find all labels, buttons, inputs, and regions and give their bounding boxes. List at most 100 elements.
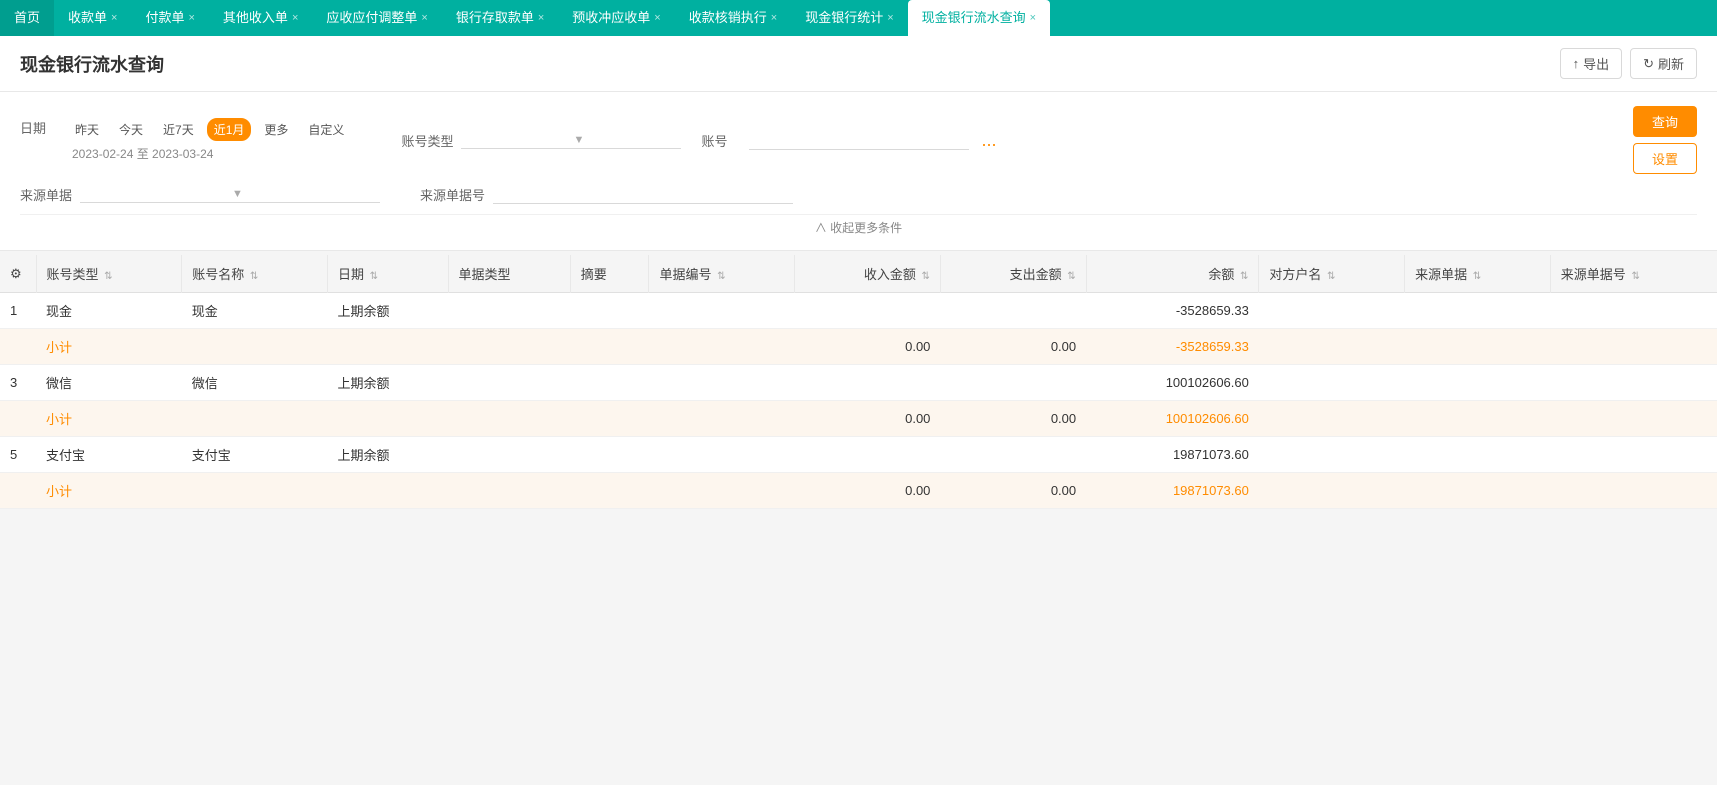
cell-source-doc (1405, 329, 1551, 365)
account-type-select[interactable]: ▼ (461, 132, 681, 149)
cell-doc-no (649, 293, 795, 329)
cell-doc-no (649, 329, 795, 365)
date-btn-yesterday[interactable]: 昨天 (68, 118, 106, 141)
close-collection-icon[interactable]: × (771, 0, 777, 36)
th-summary[interactable]: 摘要 (570, 255, 649, 293)
cell-num (0, 329, 36, 365)
close-other-income-icon[interactable]: × (292, 0, 298, 36)
export-button[interactable]: ↑ 导出 (1560, 48, 1623, 79)
cell-doc-type (448, 365, 570, 401)
account-dots[interactable]: ... (977, 130, 1000, 151)
cell-doc-no (649, 437, 795, 473)
date-btn-1month[interactable]: 近1月 (207, 118, 252, 141)
th-date[interactable]: 日期 ⇅ (327, 255, 448, 293)
top-nav: 首页 收款单 × 付款单 × 其他收入单 × 应收应付调整单 × 银行存取款单 … (0, 0, 1717, 36)
table-row[interactable]: 小计 0.00 0.00 19871073.60 (0, 473, 1717, 509)
refresh-button[interactable]: ↻ 刷新 (1630, 48, 1697, 79)
date-btn-today[interactable]: 今天 (112, 118, 150, 141)
filter-row-2: 来源单据 ▼ 来源单据号 (20, 184, 1697, 204)
close-ar-ap-icon[interactable]: × (421, 0, 427, 36)
page-title: 现金银行流水查询 (20, 51, 164, 77)
date-btn-more[interactable]: 更多 (257, 118, 295, 141)
data-table: ⚙ 账号类型 ⇅ 账号名称 ⇅ 日期 ⇅ 单据类型 摘要 (0, 255, 1717, 509)
nav-cash-bank-stats[interactable]: 现金银行统计 × (791, 0, 907, 36)
close-flow-icon[interactable]: × (1030, 0, 1036, 36)
query-button[interactable]: 查询 (1633, 106, 1697, 137)
settings-button[interactable]: 设置 (1633, 143, 1697, 174)
account-input[interactable] (749, 130, 969, 150)
cell-balance: 100102606.60 (1086, 365, 1259, 401)
nav-other-income[interactable]: 其他收入单 × (209, 0, 312, 36)
nav-bank-deposit[interactable]: 银行存取款单 × (442, 0, 558, 36)
nav-receipt[interactable]: 收款单 × (54, 0, 131, 36)
sort-date-icon: ⇅ (370, 271, 378, 282)
cell-expense: 0.00 (940, 329, 1086, 365)
refresh-icon: ↻ (1643, 56, 1654, 72)
collapse-up-icon: ∧ (815, 221, 827, 235)
cell-expense (940, 293, 1086, 329)
account-label: 账号 (701, 131, 741, 150)
th-account-type[interactable]: 账号类型 ⇅ (36, 255, 182, 293)
nav-payment[interactable]: 付款单 × (131, 0, 208, 36)
date-btn-custom[interactable]: 自定义 (301, 118, 351, 141)
table-row[interactable]: 小计 0.00 0.00 100102606.60 (0, 401, 1717, 437)
cell-counterpart (1259, 473, 1405, 509)
cell-date: 上期余额 (327, 365, 448, 401)
th-income[interactable]: 收入金额 ⇅ (795, 255, 941, 293)
cell-balance: 19871073.60 (1086, 473, 1259, 509)
source-doc-no-input[interactable] (493, 184, 793, 204)
source-doc-select[interactable]: ▼ (80, 186, 380, 203)
th-counterpart[interactable]: 对方户名 ⇅ (1259, 255, 1405, 293)
nav-collection-exec[interactable]: 收款核销执行 × (675, 0, 791, 36)
filter-section: 日期 昨天 今天 近7天 近1月 更多 自定义 2023-02-24 至 202… (0, 92, 1717, 251)
cell-doc-no (649, 365, 795, 401)
close-bank-deposit-icon[interactable]: × (538, 0, 544, 36)
th-account-name[interactable]: 账号名称 ⇅ (182, 255, 328, 293)
cell-doc-type (448, 329, 570, 365)
date-btn-7days[interactable]: 近7天 (156, 118, 201, 141)
nav-home[interactable]: 首页 (0, 0, 54, 36)
cell-source-doc (1405, 401, 1551, 437)
source-doc-group: 来源单据 ▼ (20, 185, 380, 204)
table-header-row: ⚙ 账号类型 ⇅ 账号名称 ⇅ 日期 ⇅ 单据类型 摘要 (0, 255, 1717, 293)
cell-balance: 100102606.60 (1086, 401, 1259, 437)
cell-doc-type (448, 437, 570, 473)
close-stats-icon[interactable]: × (887, 0, 893, 36)
source-doc-no-group: 来源单据号 (420, 184, 793, 204)
cell-source-doc (1405, 473, 1551, 509)
filter-row-1: 日期 昨天 今天 近7天 近1月 更多 自定义 2023-02-24 至 202… (20, 106, 1697, 174)
close-receipt-icon[interactable]: × (111, 0, 117, 36)
th-gear[interactable]: ⚙ (0, 255, 36, 293)
cell-counterpart (1259, 365, 1405, 401)
cell-account-name: 微信 (182, 365, 328, 401)
th-doc-type[interactable]: 单据类型 (448, 255, 570, 293)
nav-prepay-offset[interactable]: 预收冲应收单 × (558, 0, 674, 36)
nav-cash-bank-flow[interactable]: 现金银行流水查询 × (908, 0, 1050, 36)
close-payment-icon[interactable]: × (188, 0, 194, 36)
table-row[interactable]: 小计 0.00 0.00 -3528659.33 (0, 329, 1717, 365)
th-source-doc-no[interactable]: 来源单据号 ⇅ (1550, 255, 1717, 293)
th-expense[interactable]: 支出金额 ⇅ (940, 255, 1086, 293)
cell-counterpart (1259, 329, 1405, 365)
close-prepay-icon[interactable]: × (654, 0, 660, 36)
cell-income: 0.00 (795, 401, 941, 437)
cell-num (0, 401, 36, 437)
cell-source-doc-no (1550, 401, 1717, 437)
table-row[interactable]: 5 支付宝 支付宝 上期余额 19871073.60 (0, 437, 1717, 473)
cell-source-doc-no (1550, 437, 1717, 473)
cell-summary (570, 437, 649, 473)
cell-source-doc (1405, 293, 1551, 329)
collapse-bar[interactable]: ∧ 收起更多条件 (20, 214, 1697, 240)
cell-income (795, 437, 941, 473)
date-filter-group: 日期 昨天 今天 近7天 近1月 更多 自定义 2023-02-24 至 202… (20, 118, 351, 162)
table-row[interactable]: 1 现金 现金 上期余额 -3528659.33 (0, 293, 1717, 329)
sort-balance-icon: ⇅ (1240, 271, 1248, 282)
cell-account-name (182, 401, 328, 437)
th-source-doc[interactable]: 来源单据 ⇅ (1405, 255, 1551, 293)
th-doc-no[interactable]: 单据编号 ⇅ (649, 255, 795, 293)
th-balance[interactable]: 余额 ⇅ (1086, 255, 1259, 293)
nav-ar-ap-adjust[interactable]: 应收应付调整单 × (312, 0, 441, 36)
cell-summary (570, 293, 649, 329)
sort-income-icon: ⇅ (922, 271, 930, 282)
table-row[interactable]: 3 微信 微信 上期余额 100102606.60 (0, 365, 1717, 401)
